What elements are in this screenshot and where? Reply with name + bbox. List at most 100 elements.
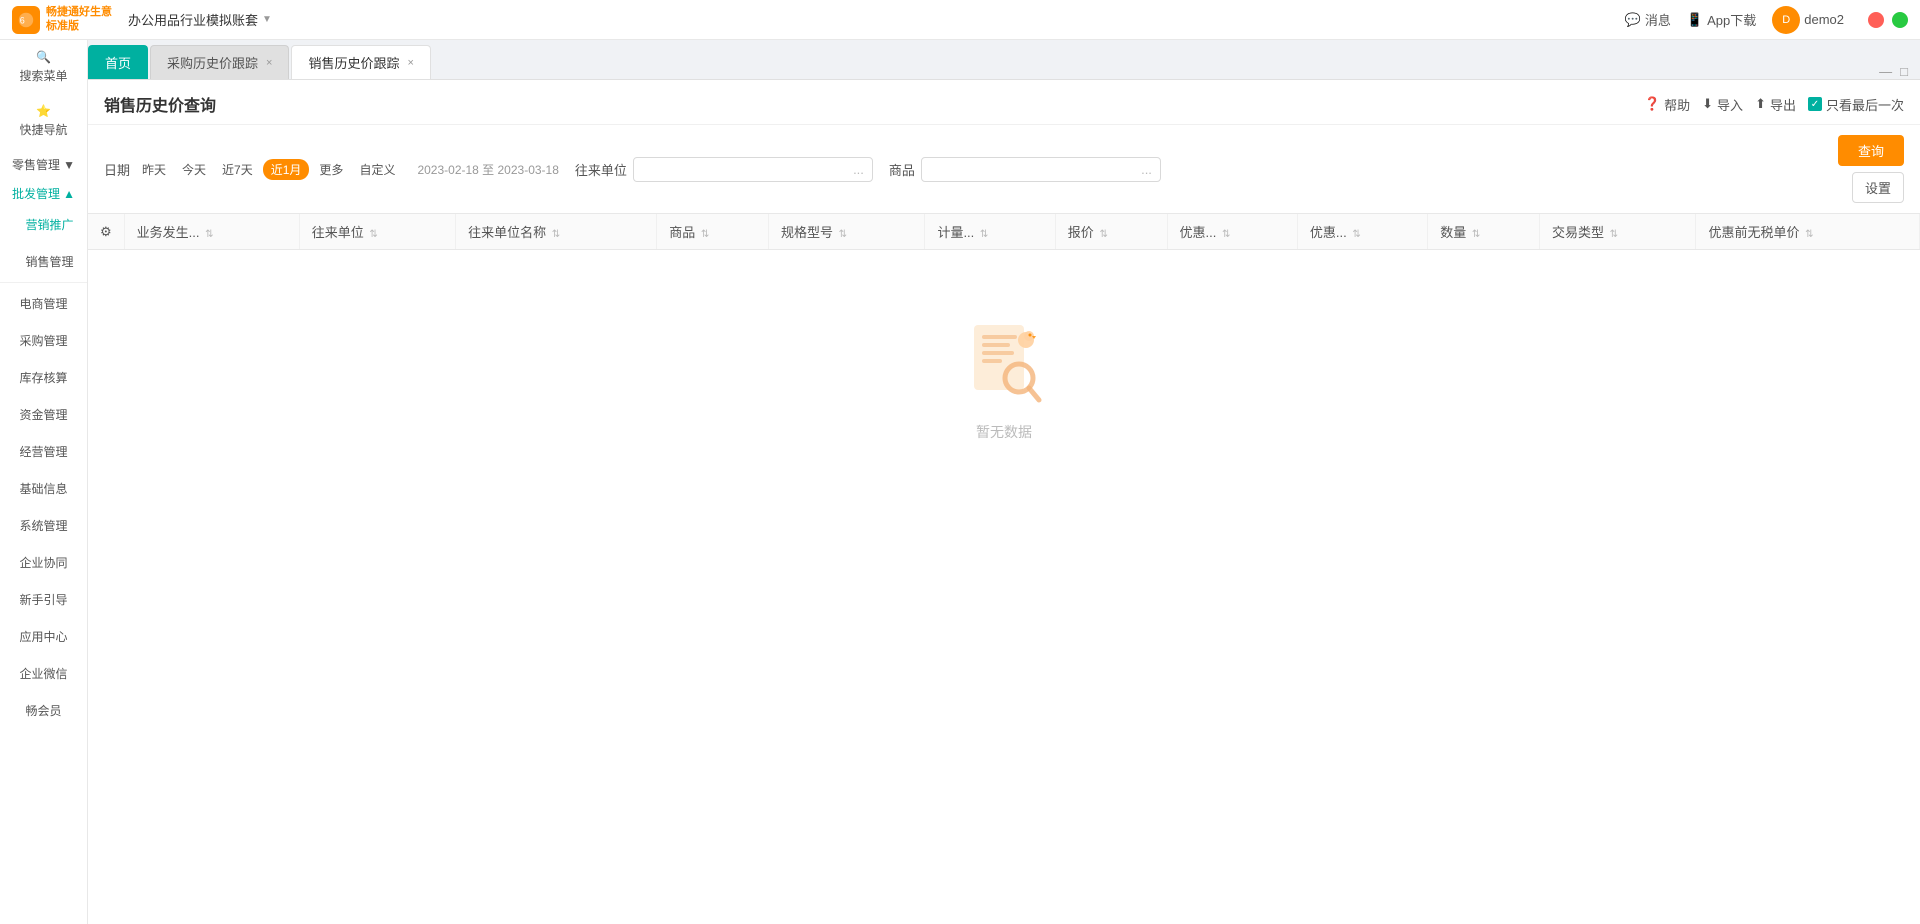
sidebar-item-system[interactable]: 系统管理 <box>0 507 87 544</box>
partner-input[interactable]: ... <box>633 157 873 182</box>
sidebar-item-marketing[interactable]: 营销推广 <box>0 206 87 243</box>
col-price[interactable]: 报价 ⇅ <box>1055 214 1167 250</box>
company-selector[interactable]: 办公用品行业模拟账套 ▼ <box>120 10 280 29</box>
empty-text: 暂无数据 <box>976 422 1032 442</box>
tab-sales-label: 销售历史价跟踪 <box>308 53 399 72</box>
tab-actions: — □ <box>1867 64 1920 79</box>
col-discount2[interactable]: 优惠... ⇅ <box>1297 214 1427 250</box>
page-header: 销售历史价查询 ❓ 帮助 ⬇ 导入 ⬆ 导出 <box>88 80 1920 125</box>
app-download-btn[interactable]: 📱 App下载 <box>1687 10 1756 29</box>
col-partner-name[interactable]: 往来单位名称 ⇅ <box>456 214 657 250</box>
product-label: 商品 <box>889 160 915 179</box>
import-icon: ⬇ <box>1702 96 1713 112</box>
tab-close-sales[interactable]: × <box>407 57 413 69</box>
user-menu[interactable]: D demo2 <box>1772 6 1844 34</box>
sidebar: 🔍 搜索菜单 ⭐ 快捷导航 零售管理 ▼ 批发管理 ▲ 营销推广 销售管理 电商… <box>0 40 88 924</box>
company-name: 办公用品行业模拟账套 <box>128 10 258 29</box>
date-btn-1month[interactable]: 近1月 <box>263 159 310 180</box>
sidebar-item-finance[interactable]: 资金管理 <box>0 396 87 433</box>
col-pretax-price[interactable]: 优惠前无税单价 ⇅ <box>1696 214 1920 250</box>
sidebar-item-inventory[interactable]: 库存核算 <box>0 359 87 396</box>
sort-icon: ⇅ <box>205 229 213 240</box>
sidebar-item-wholesale[interactable]: 批发管理 ▲ <box>0 177 87 206</box>
tab-home[interactable]: 首页 <box>88 45 148 79</box>
date-btn-custom[interactable]: 自定义 <box>353 159 401 180</box>
col-unit[interactable]: 计量... ⇅ <box>925 214 1055 250</box>
sidebar-item-ecommerce[interactable]: 电商管理 <box>0 285 87 322</box>
export-btn[interactable]: ⬆ 导出 <box>1755 95 1796 114</box>
top-bar-left: 6 畅捷通好生意 标准版 办公用品行业模拟账套 ▼ <box>12 6 280 34</box>
sidebar-item-sales-mgr[interactable]: 销售管理 <box>0 243 87 280</box>
tab-purchase-history[interactable]: 采购历史价跟踪 × <box>150 45 289 79</box>
only-last-checkbox[interactable] <box>1808 97 1822 111</box>
partner-filter-group: 往来单位 ... <box>575 157 873 182</box>
date-btn-7days[interactable]: 近7天 <box>216 159 259 180</box>
tab-minimize-btn[interactable]: — <box>1879 64 1892 79</box>
sidebar-item-operations[interactable]: 经营管理 <box>0 433 87 470</box>
help-btn[interactable]: ❓ 帮助 <box>1644 95 1690 114</box>
search-icon: 🔍 <box>36 50 51 64</box>
settings-button[interactable]: 设置 <box>1852 172 1904 203</box>
tab-close-purchase[interactable]: × <box>266 57 272 69</box>
sidebar-item-enterprise[interactable]: 企业协同 <box>0 544 87 581</box>
date-range-display: 2023-02-18 至 2023-03-18 <box>417 161 558 178</box>
sidebar-item-apps[interactable]: 应用中心 <box>0 618 87 655</box>
partner-label: 往来单位 <box>575 160 627 179</box>
tab-bar: 首页 采购历史价跟踪 × 销售历史价跟踪 × — □ <box>88 40 1920 80</box>
col-qty[interactable]: 数量 ⇅ <box>1428 214 1540 250</box>
date-btn-today[interactable]: 今天 <box>176 159 212 180</box>
sidebar-item-wechat[interactable]: 企业微信 <box>0 655 87 692</box>
import-btn[interactable]: ⬇ 导入 <box>1702 95 1743 114</box>
window-controls: × □ <box>1868 12 1908 28</box>
query-buttons: 查询 设置 <box>1838 135 1904 203</box>
col-spec[interactable]: 规格型号 ⇅ <box>769 214 925 250</box>
sidebar-item-newbie[interactable]: 新手引导 <box>0 581 87 618</box>
tab-home-label: 首页 <box>105 53 131 72</box>
product-input[interactable]: ... <box>921 157 1161 182</box>
sort-icon: ⇅ <box>1610 229 1618 240</box>
tab-sales-history[interactable]: 销售历史价跟踪 × <box>291 45 430 79</box>
right-panel: 首页 采购历史价跟踪 × 销售历史价跟踪 × — □ 销售历史价查询 <box>88 40 1920 924</box>
query-button[interactable]: 查询 <box>1838 135 1904 166</box>
window-maximize-btn[interactable]: □ <box>1892 12 1908 28</box>
col-product[interactable]: 商品 ⇅ <box>657 214 769 250</box>
logo-area: 6 畅捷通好生意 标准版 <box>12 6 112 34</box>
sidebar-item-purchase[interactable]: 采购管理 <box>0 322 87 359</box>
top-bar: 6 畅捷通好生意 标准版 办公用品行业模拟账套 ▼ 💬 消息 📱 App下载 D… <box>0 0 1920 40</box>
help-icon: ❓ <box>1644 96 1660 112</box>
sort-icon: ⇅ <box>369 229 377 240</box>
chevron-down-icon: ▼ <box>63 158 75 172</box>
date-btn-more[interactable]: 更多 <box>313 159 349 180</box>
sidebar-item-member[interactable]: 畅会员 <box>0 692 87 729</box>
sidebar-item-shortcut[interactable]: ⭐ 快捷导航 <box>0 94 87 148</box>
table-header: ⚙ 业务发生... ⇅ 往来单位 ⇅ 往来单位名称 ⇅ <box>88 214 1920 250</box>
sort-icon: ⇅ <box>1222 229 1230 240</box>
col-partner-code[interactable]: 往来单位 ⇅ <box>299 214 455 250</box>
shortcut-icon: ⭐ <box>36 104 51 118</box>
col-biz-date[interactable]: 业务发生... ⇅ <box>124 214 299 250</box>
tab-maximize-btn[interactable]: □ <box>1900 64 1908 79</box>
sidebar-item-retail[interactable]: 零售管理 ▼ <box>0 148 87 177</box>
product-filter-group: 商品 ... <box>889 157 1161 182</box>
page-title: 销售历史价查询 <box>104 92 216 116</box>
data-table: ⚙ 业务发生... ⇅ 往来单位 ⇅ 往来单位名称 ⇅ <box>88 214 1920 250</box>
date-btn-yesterday[interactable]: 昨天 <box>136 159 172 180</box>
tab-purchase-label: 采购历史价跟踪 <box>167 53 258 72</box>
col-discount1[interactable]: 优惠... ⇅ <box>1167 214 1297 250</box>
phone-icon: 📱 <box>1687 12 1703 28</box>
window-close-btn[interactable]: × <box>1868 12 1884 28</box>
filter-area: 日期 昨天 今天 近7天 近1月 更多 自定义 2023-02-18 至 202… <box>88 125 1920 213</box>
chevron-down-icon: ▼ <box>262 14 272 25</box>
sidebar-item-search[interactable]: 🔍 搜索菜单 <box>0 40 87 94</box>
settings-col[interactable]: ⚙ <box>88 214 124 250</box>
sort-icon: ⇅ <box>1352 229 1360 240</box>
logo-text: 畅捷通好生意 标准版 <box>46 6 112 32</box>
col-trade-type[interactable]: 交易类型 ⇅ <box>1540 214 1696 250</box>
only-last-checkbox-label[interactable]: 只看最后一次 <box>1808 95 1904 114</box>
header-row: ⚙ 业务发生... ⇅ 往来单位 ⇅ 往来单位名称 ⇅ <box>88 214 1920 250</box>
sort-icon: ⇅ <box>552 229 560 240</box>
sidebar-item-basics[interactable]: 基础信息 <box>0 470 87 507</box>
empty-state: 暂无数据 <box>88 250 1920 502</box>
main-layout: 🔍 搜索菜单 ⭐ 快捷导航 零售管理 ▼ 批发管理 ▲ 营销推广 销售管理 电商… <box>0 40 1920 924</box>
message-btn[interactable]: 💬 消息 <box>1625 10 1671 29</box>
